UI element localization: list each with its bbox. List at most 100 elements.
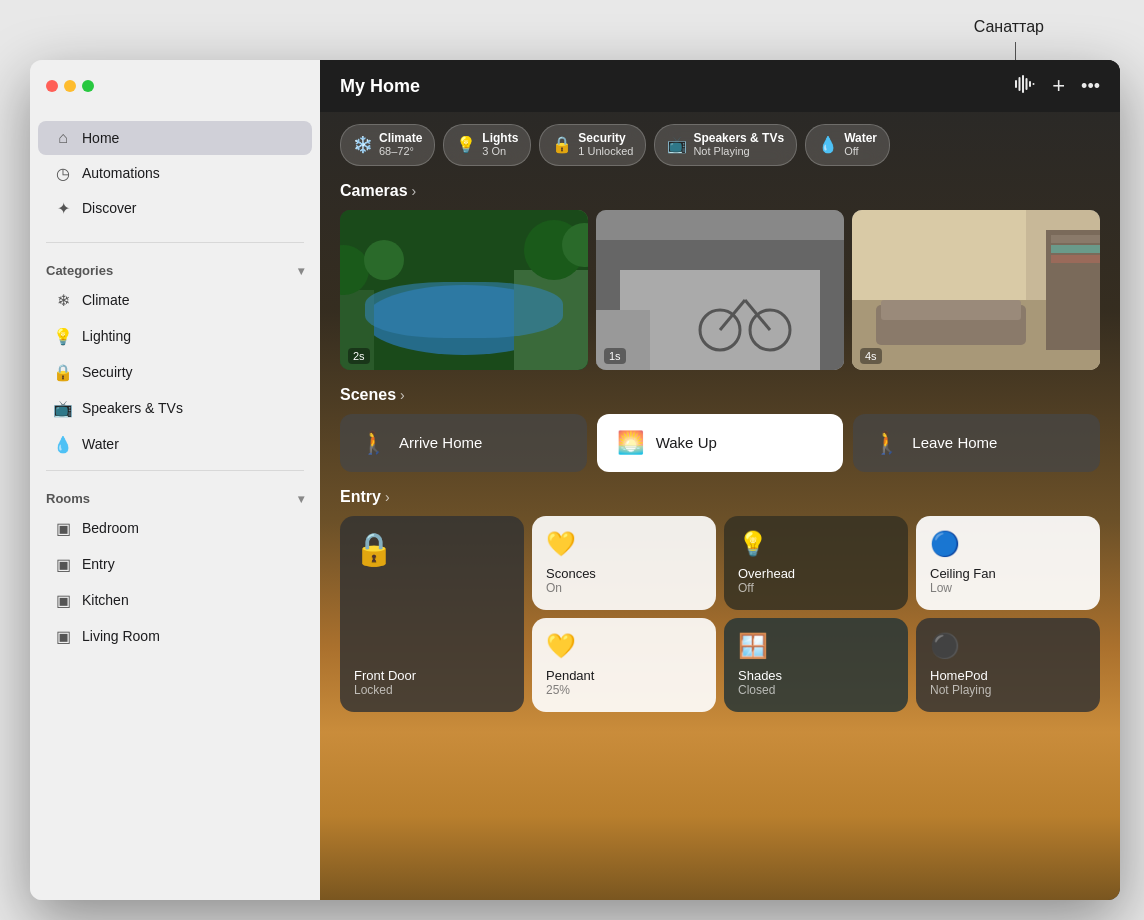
chip-lights-text: Lights 3 On xyxy=(482,131,518,159)
camera-room-timestamp: 4s xyxy=(860,348,882,364)
scrollable-content[interactable]: ❄️ Climate 68–72° 💡 Lights 3 On 🔒 xyxy=(320,112,1120,900)
front-door-status: Locked xyxy=(354,683,510,697)
camera-garage-bg xyxy=(596,210,844,370)
sidebar-item-security[interactable]: 🔒 Secuirty xyxy=(38,355,312,389)
svg-rect-30 xyxy=(852,210,1026,300)
scene-leave-home[interactable]: 🚶 Leave Home xyxy=(853,414,1100,472)
waveform-icon[interactable] xyxy=(1014,75,1036,98)
sidebar-lighting-label: Lighting xyxy=(82,328,131,344)
chip-water-text: Water Off xyxy=(844,131,877,159)
chip-security[interactable]: 🔒 Security 1 Unlocked xyxy=(539,124,646,166)
cameras-section-header[interactable]: Cameras › xyxy=(340,182,1100,200)
sidebar-kitchen-label: Kitchen xyxy=(82,592,129,608)
more-icon[interactable]: ••• xyxy=(1081,76,1100,97)
homepod-name: HomePod xyxy=(930,668,1086,684)
svg-rect-29 xyxy=(1051,255,1100,263)
device-sconces[interactable]: 💛 Sconces On xyxy=(532,516,716,610)
homepod-status: Not Playing xyxy=(930,683,1086,697)
chip-water-value: Off xyxy=(844,145,877,158)
wake-up-label: Wake Up xyxy=(656,434,717,451)
bulb-icon: 💡 xyxy=(54,327,72,345)
homepod-icon: ⚫ xyxy=(930,632,1086,660)
sidebar-entry-label: Entry xyxy=(82,556,115,572)
camera-room[interactable]: 4s xyxy=(852,210,1100,370)
chip-climate[interactable]: ❄️ Climate 68–72° xyxy=(340,124,435,166)
sconces-name: Sconces xyxy=(546,566,702,582)
entry-section-header[interactable]: Entry › xyxy=(340,488,1100,506)
pendant-status: 25% xyxy=(546,683,702,697)
leave-home-icon: 🚶 xyxy=(873,430,900,456)
shades-info: Shades Closed xyxy=(738,668,894,698)
sidebar-item-speakers[interactable]: 📺 Speakers & TVs xyxy=(38,391,312,425)
scenes-chevron: › xyxy=(400,387,405,403)
overhead-status: Off xyxy=(738,581,894,595)
chip-water[interactable]: 💧 Water Off xyxy=(805,124,890,166)
pendant-info: Pendant 25% xyxy=(546,668,702,698)
entry-icon: ▣ xyxy=(54,555,72,573)
scene-arrive-home[interactable]: 🚶 Arrive Home xyxy=(340,414,587,472)
sidebar: ⌂ Home ◷ Automations ✦ Discover Categori… xyxy=(30,60,320,900)
sidebar-item-bedroom[interactable]: ▣ Bedroom xyxy=(38,511,312,545)
scene-wake-up[interactable]: 🌅 Wake Up xyxy=(597,414,844,472)
sidebar-item-entry[interactable]: ▣ Entry xyxy=(38,547,312,581)
sidebar-item-kitchen[interactable]: ▣ Kitchen xyxy=(38,583,312,617)
sidebar-living-room-label: Living Room xyxy=(82,628,160,644)
devices-grid: 🔒 Front Door Locked 💛 Sconces On xyxy=(340,516,1100,712)
device-front-door[interactable]: 🔒 Front Door Locked xyxy=(340,516,524,712)
svg-rect-9 xyxy=(514,270,588,370)
rooms-label: Rooms xyxy=(46,491,90,506)
chip-security-text: Security 1 Unlocked xyxy=(578,131,633,159)
scenes-row: 🚶 Arrive Home 🌅 Wake Up 🚶 Leave Home xyxy=(340,414,1100,472)
front-door-lock-icon: 🔒 xyxy=(354,530,510,568)
device-pendant[interactable]: 💛 Pendant 25% xyxy=(532,618,716,712)
sidebar-item-discover[interactable]: ✦ Discover xyxy=(38,191,312,225)
chip-lights[interactable]: 💡 Lights 3 On xyxy=(443,124,531,166)
entry-chevron: › xyxy=(385,489,390,505)
chip-security-label: Security xyxy=(578,131,633,145)
shades-name: Shades xyxy=(738,668,894,684)
chip-water-icon: 💧 xyxy=(818,135,838,154)
sidebar-item-climate[interactable]: ❄ Climate xyxy=(38,283,312,317)
page-title: My Home xyxy=(340,76,420,97)
lock-icon: 🔒 xyxy=(54,363,72,381)
chip-lights-value: 3 On xyxy=(482,145,518,158)
kitchen-icon: ▣ xyxy=(54,591,72,609)
device-ceiling-fan[interactable]: 🔵 Ceiling Fan Low xyxy=(916,516,1100,610)
chip-security-icon: 🔒 xyxy=(552,135,572,154)
toolbar-icons: + ••• xyxy=(1014,73,1100,99)
chip-climate-value: 68–72° xyxy=(379,145,422,158)
camera-pool[interactable]: 2s xyxy=(340,210,588,370)
sidebar-automations-label: Automations xyxy=(82,165,160,181)
overhead-icon: 💡 xyxy=(738,530,894,558)
sidebar-climate-label: Climate xyxy=(82,292,129,308)
cameras-title: Cameras xyxy=(340,182,408,200)
chip-speakers-value: Not Playing xyxy=(693,145,784,158)
device-homepod[interactable]: ⚫ HomePod Not Playing xyxy=(916,618,1100,712)
entry-title: Entry xyxy=(340,488,381,506)
camera-room-bg xyxy=(852,210,1100,370)
scenes-section-header[interactable]: Scenes › xyxy=(340,386,1100,404)
fullscreen-button[interactable] xyxy=(82,80,94,92)
sidebar-divider-2 xyxy=(46,470,304,471)
device-shades[interactable]: 🪟 Shades Closed xyxy=(724,618,908,712)
ceiling-fan-status: Low xyxy=(930,581,1086,595)
device-overhead[interactable]: 💡 Overhead Off xyxy=(724,516,908,610)
chip-speakers-text: Speakers & TVs Not Playing xyxy=(693,131,784,159)
camera-garage[interactable]: 1s xyxy=(596,210,844,370)
svg-rect-0 xyxy=(1015,80,1017,88)
sidebar-item-water[interactable]: 💧 Water xyxy=(38,427,312,461)
sidebar-item-automations[interactable]: ◷ Automations xyxy=(38,156,312,190)
categories-chevron: ▾ xyxy=(298,264,304,278)
leave-home-label: Leave Home xyxy=(912,434,997,451)
close-button[interactable] xyxy=(46,80,58,92)
chip-speakers[interactable]: 📺 Speakers & TVs Not Playing xyxy=(654,124,797,166)
add-icon[interactable]: + xyxy=(1052,73,1065,99)
sidebar-item-lighting[interactable]: 💡 Lighting xyxy=(38,319,312,353)
svg-rect-25 xyxy=(881,300,1021,320)
minimize-button[interactable] xyxy=(64,80,76,92)
shades-status: Closed xyxy=(738,683,894,697)
svg-rect-5 xyxy=(1033,83,1035,85)
sidebar-item-home[interactable]: ⌂ Home xyxy=(38,121,312,155)
svg-rect-2 xyxy=(1022,75,1024,93)
sidebar-item-living-room[interactable]: ▣ Living Room xyxy=(38,619,312,653)
